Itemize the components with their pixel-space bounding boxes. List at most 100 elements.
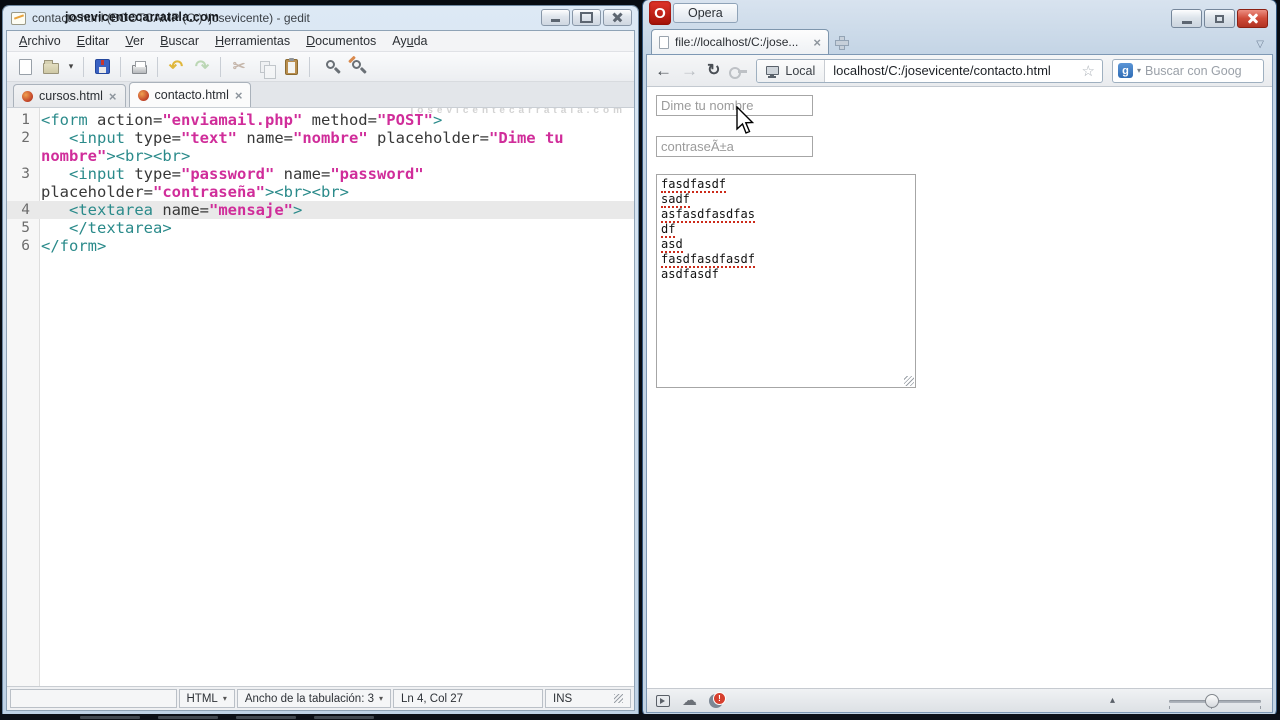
chevron-down-icon: ▾ (222, 694, 227, 703)
new-document-icon[interactable] (13, 55, 37, 79)
line-number: 6 (21, 238, 30, 254)
line-number: 5 (21, 220, 30, 236)
code-text: placeholder="contraseña"><br><br> (41, 183, 349, 201)
find-icon[interactable] (316, 55, 340, 79)
document-icon (22, 90, 33, 102)
menu-archivo[interactable]: Archivo (11, 32, 69, 50)
cursor-position: Ln 4, Col 27 (393, 689, 543, 708)
tab-title: file://localhost/C:/jose... (675, 35, 799, 49)
code-text: <input type="password" name="password" (69, 165, 424, 183)
maximize-button[interactable] (572, 9, 601, 26)
minimize-button[interactable] (541, 9, 570, 26)
textarea-line: df (661, 222, 911, 238)
code-line[interactable]: 1 <form action="enviamail.php" method="PO… (7, 111, 634, 129)
menu-herramientas[interactable]: Herramientas (207, 32, 298, 50)
address-bar[interactable]: Local localhost/C:/josevicente/contacto.… (756, 58, 1103, 83)
page-content: fasdfasdfsadfasfasdfasdfasdfasdfasdfasdf… (647, 87, 1272, 688)
code-editor[interactable]: josevicentecarratala.com 1 <form action="… (7, 108, 634, 686)
zoom-menu-arrow-icon[interactable]: ▴ (1110, 695, 1115, 706)
code-line[interactable]: 6 </form> (7, 237, 634, 255)
line-number: 4 (21, 202, 30, 218)
print-icon[interactable] (127, 55, 151, 79)
close-icon[interactable]: × (109, 90, 117, 103)
menu-buscar[interactable]: Buscar (152, 32, 207, 50)
save-icon[interactable] (90, 55, 114, 79)
opera-menu-button[interactable]: Opera (673, 3, 738, 23)
tab-overflow-icon[interactable]: ▽ (1256, 39, 1264, 50)
gedit-titlebar[interactable]: contacto.html (BOOTCAMP (C:) \josevicent… (3, 6, 638, 30)
zoom-slider-handle[interactable] (1205, 693, 1219, 708)
open-document-icon[interactable] (39, 55, 63, 79)
mouse-cursor (736, 106, 755, 134)
opera-window: O Opera file://localhost/C:/jose... × ▽ … (643, 0, 1276, 716)
textarea-resize-grip[interactable] (904, 376, 914, 386)
misspelled-word: asfasdfasdfas (661, 207, 755, 223)
toolbar-separator (83, 56, 84, 77)
google-search-icon[interactable]: g (1118, 63, 1133, 78)
opera-bottombar: ☁ ▴ (647, 688, 1272, 712)
sync-error-icon[interactable] (709, 691, 726, 708)
reload-icon[interactable]: ↻ (707, 62, 720, 79)
code-line[interactable]: 3 <input type="password" name="password" (7, 165, 634, 183)
close-button[interactable] (1237, 9, 1268, 28)
code-line[interactable]: 5 </textarea> (7, 219, 634, 237)
copy-icon (253, 55, 277, 79)
taskbar-sliver (0, 714, 1280, 720)
gedit-toolbar: ▾ ↶ ↷ ✂ (7, 52, 634, 82)
page-icon (659, 35, 669, 49)
bookmark-star-icon[interactable]: ☆ (1082, 62, 1095, 80)
code-text: </textarea> (69, 219, 172, 237)
sidebar-panel-icon[interactable] (656, 694, 670, 707)
maximize-button[interactable] (1204, 9, 1235, 28)
misspelled-word: df (661, 222, 676, 238)
key-icon (729, 66, 748, 79)
editor-tab[interactable]: contacto.html × (128, 82, 252, 107)
menu-documentos[interactable]: Documentos (298, 32, 384, 50)
paste-icon[interactable] (279, 55, 303, 79)
misspelled-word: fasdfasdf (661, 177, 727, 193)
new-tab-button[interactable] (833, 33, 855, 51)
code-line[interactable]: placeholder="contraseña"><br><br> (7, 183, 634, 201)
search-input[interactable]: g ▾ Buscar con Goog (1112, 58, 1264, 83)
menu-editar[interactable]: Editar (69, 32, 118, 50)
gedit-tabbar: cursos.html × contacto.html × (7, 82, 634, 108)
cut-icon: ✂ (232, 58, 246, 75)
line-number (7, 183, 36, 201)
desktop: contacto.html (BOOTCAMP (C:) \josevicent… (0, 0, 1280, 720)
search-placeholder: Buscar con Goog (1145, 63, 1242, 78)
cloud-icon[interactable]: ☁ (682, 693, 697, 708)
editor-tab[interactable]: cursos.html × (13, 84, 126, 107)
code-line[interactable]: 4 <textarea name="mensaje"> (7, 201, 634, 219)
url-text[interactable]: localhost/C:/josevicente/contacto.html (825, 63, 1081, 78)
gedit-window: contacto.html (BOOTCAMP (C:) \josevicent… (3, 6, 638, 714)
back-icon[interactable]: ← (655, 62, 672, 79)
local-badge-label: Local (785, 63, 816, 78)
monitor-icon (766, 66, 780, 77)
opera-logo-icon[interactable]: O (649, 1, 671, 25)
language-selector[interactable]: HTML ▾ (178, 689, 235, 708)
code-line[interactable]: nombre"><br><br> (7, 147, 634, 165)
textarea-line: asdfasdf (661, 267, 911, 282)
undo-icon[interactable]: ↶ (164, 55, 188, 79)
resize-grip[interactable] (614, 694, 623, 703)
browser-tab[interactable]: file://localhost/C:/jose... × (651, 29, 829, 54)
minimize-button[interactable] (1171, 9, 1202, 28)
close-icon[interactable]: × (235, 89, 243, 102)
tab-width-selector[interactable]: Ancho de la tabulación: 3 ▾ (236, 689, 391, 708)
misspelled-word: asd (661, 237, 683, 253)
close-icon[interactable]: × (813, 35, 821, 50)
find-replace-icon[interactable] (342, 55, 366, 79)
local-badge[interactable]: Local (757, 59, 826, 82)
message-textarea[interactable]: fasdfasdf sadf asfasdfasdfas df asd fasdfasdf… (656, 174, 916, 388)
close-button[interactable] (603, 9, 632, 26)
code-lines: 1 <form action="enviamail.php" method="PO… (7, 108, 634, 255)
password-input[interactable] (656, 136, 813, 157)
menu-ver[interactable]: Ver (117, 32, 152, 50)
zoom-slider[interactable] (1169, 693, 1261, 709)
chevron-down-icon[interactable]: ▾ (1137, 66, 1141, 75)
code-line[interactable]: 2 <input type="text" name="nombre" place… (7, 129, 634, 147)
menu-ayuda[interactable]: Ayuda (384, 32, 435, 50)
open-dropdown-icon[interactable]: ▾ (65, 55, 77, 79)
input-mode[interactable]: INS (545, 689, 631, 708)
opera-titlebar[interactable]: O Opera (643, 0, 1276, 28)
